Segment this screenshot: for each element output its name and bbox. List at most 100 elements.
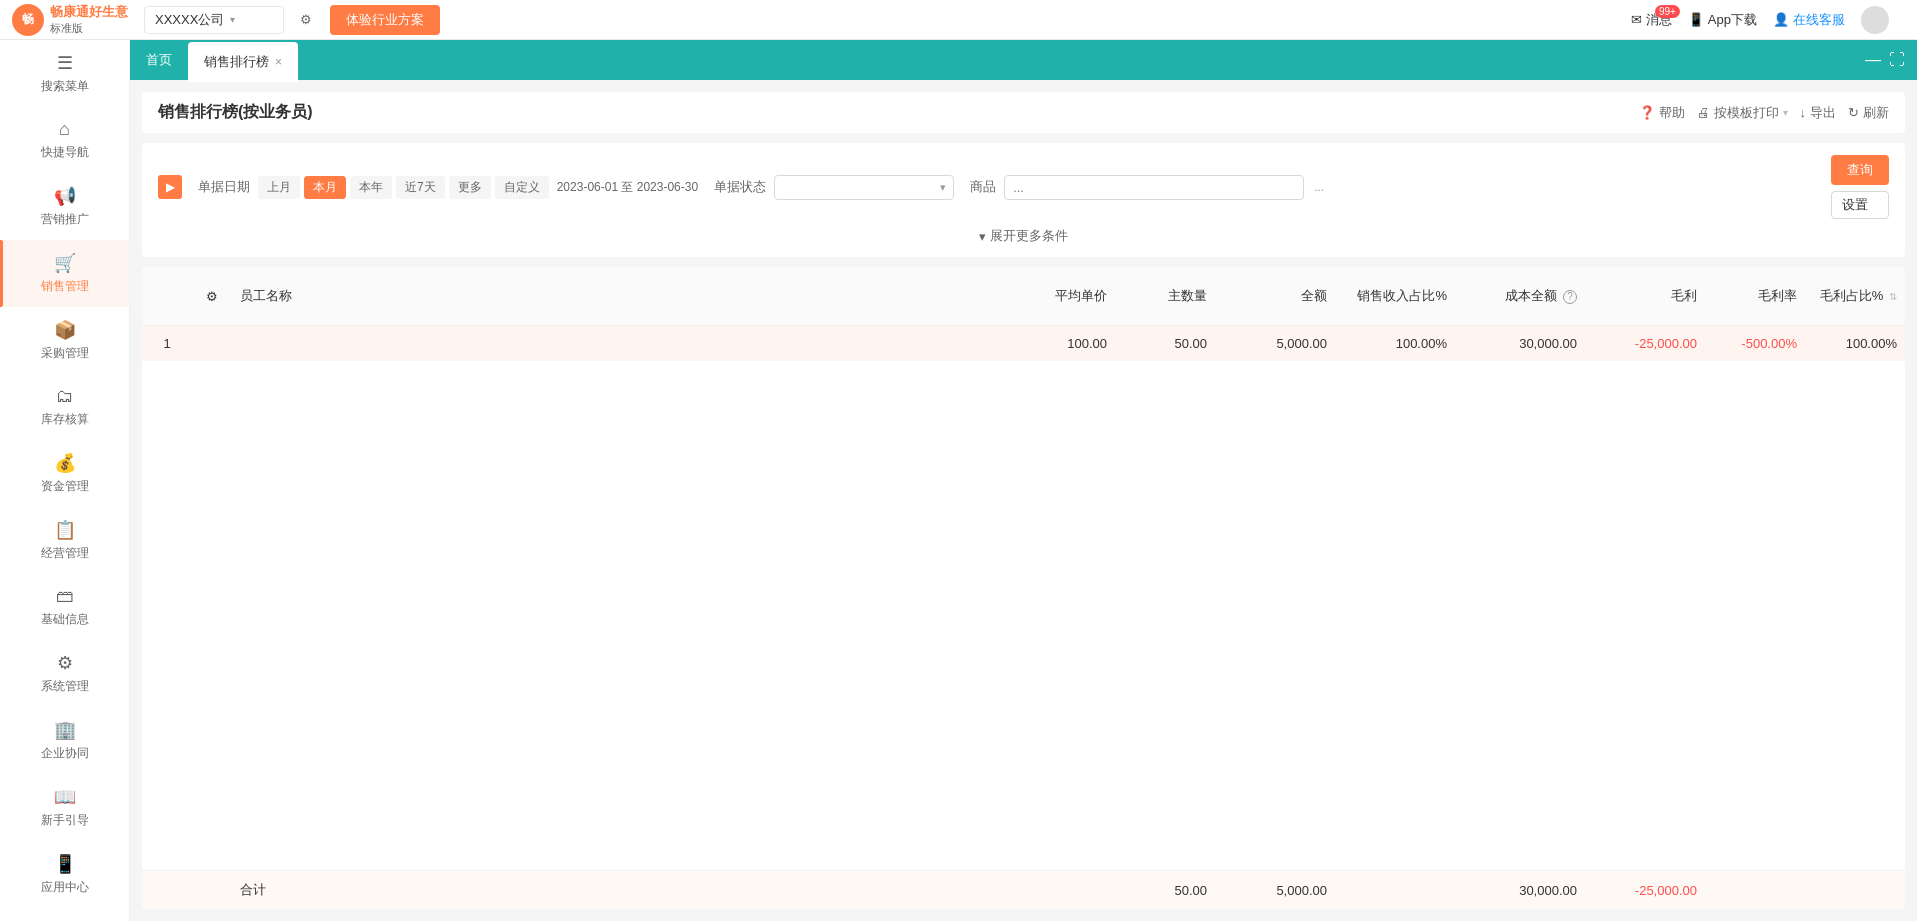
cell-cost: 30,000.00 [1455, 326, 1585, 361]
tab-close-icon[interactable]: × [275, 55, 282, 69]
online-service-button[interactable]: 👤 在线客服 [1773, 11, 1845, 29]
date-label: 单据日期 [198, 178, 250, 196]
goods-more-icon: ... [1314, 180, 1324, 194]
col-header-amount: 全额 [1215, 277, 1335, 315]
logo-icon: 畅 [12, 4, 44, 36]
table-header: ⚙ 员工名称 平均单价 主数量 全额 [142, 267, 1905, 326]
enterprise-icon: 🏢 [54, 719, 76, 741]
col-header-profit: 毛利 [1585, 277, 1705, 315]
logo-line2: 标准版 [50, 21, 128, 35]
sidebar-item-purchase[interactable]: 📦 采购管理 [0, 307, 129, 374]
date-custom-button[interactable]: 自定义 [495, 176, 549, 199]
system-icon: ⚙ [57, 652, 73, 674]
finance-icon: 💰 [54, 452, 76, 474]
help-label: 帮助 [1659, 104, 1685, 122]
footer-avg-price [1015, 880, 1115, 900]
cell-profit: -25,000.00 [1585, 326, 1705, 361]
goods-input[interactable] [1004, 175, 1304, 200]
message-badge: 99+ [1655, 5, 1680, 18]
cell-profit-pct: 100.00% [1805, 326, 1905, 361]
tab-bar-right: — ⛶ [1865, 51, 1917, 69]
sidebar-item-search-orders[interactable]: ☰ 搜索菜单 [0, 40, 129, 107]
sidebar-item-basic-info[interactable]: 🗃 基础信息 [0, 574, 129, 640]
col-header-qty: 主数量 [1115, 277, 1215, 315]
logo: 畅 畅康通好生意 标准版 [12, 4, 128, 36]
sidebar-item-enterprise[interactable]: 🏢 企业协同 [0, 707, 129, 774]
tab-minimize-button[interactable]: — [1865, 51, 1881, 69]
topbar-settings-icon[interactable]: ⚙ [292, 6, 320, 34]
sort-icon: ⇅ [1889, 291, 1897, 302]
sidebar-item-wechat[interactable]: 💬 企业微信 [0, 908, 129, 921]
col-header-settings[interactable]: ⚙ [192, 279, 232, 314]
date-more-button[interactable]: 更多 [449, 176, 491, 199]
goods-filter: 商品 ... [970, 175, 1324, 200]
sidebar-item-quick-nav[interactable]: ⌂ 快捷导航 [0, 107, 129, 173]
refresh-label: 刷新 [1863, 104, 1889, 122]
sales-icon: 🛒 [54, 252, 76, 274]
sidebar-item-sales[interactable]: 🛒 销售管理 [0, 240, 129, 307]
print-chevron-icon: ▾ [1783, 107, 1788, 118]
main-layout: ☰ 搜索菜单 ⌂ 快捷导航 📢 营销推广 🛒 销售管理 📦 采购管理 🗂 库存核… [0, 40, 1917, 921]
sidebar-item-finance[interactable]: 💰 资金管理 [0, 440, 129, 507]
col-header-profit-pct: 毛利占比% ⇅ [1805, 277, 1905, 315]
refresh-icon: ↻ [1848, 105, 1859, 120]
tab-maximize-button[interactable]: ⛶ [1889, 51, 1905, 69]
date-7days-button[interactable]: 近7天 [396, 176, 445, 199]
page-actions: ❓ 帮助 🖨 按模板打印 ▾ ↓ 导出 ↻ 刷新 [1639, 104, 1890, 122]
cell-amount: 5,000.00 [1215, 326, 1335, 361]
trial-button[interactable]: 体验行业方案 [330, 5, 440, 35]
app-center-icon: 📱 [54, 853, 76, 875]
filter-expand-arrow[interactable]: ▶ [158, 175, 182, 199]
purchase-icon: 📦 [54, 319, 76, 341]
query-button[interactable]: 查询 [1831, 155, 1889, 185]
tab-sales-ranking[interactable]: 销售排行榜 × [188, 42, 298, 82]
help-button[interactable]: ❓ 帮助 [1639, 104, 1685, 122]
home-icon: ⌂ [59, 119, 70, 140]
app-download-button[interactable]: 📱 App下载 [1688, 11, 1757, 29]
sidebar-item-guide[interactable]: 📖 新手引导 [0, 774, 129, 841]
cell-qty: 50.00 [1115, 326, 1215, 361]
page-header: 销售排行榜(按业务员) ❓ 帮助 🖨 按模板打印 ▾ ↓ 导出 [142, 92, 1905, 133]
filter-row: ▶ 单据日期 上月 本月 本年 近7天 更多 自定义 2023-06-01 至 … [158, 155, 1889, 219]
content-area: 首页 销售排行榜 × — ⛶ 销售排行榜(按业务员) ❓ 帮助 [130, 40, 1917, 921]
date-prev-month-button[interactable]: 上月 [258, 176, 300, 199]
avatar[interactable] [1861, 6, 1889, 34]
expand-row: ▾ 展开更多条件 [158, 227, 1889, 245]
tab-home[interactable]: 首页 [130, 40, 188, 80]
footer-settings [192, 880, 232, 900]
sidebar: ☰ 搜索菜单 ⌂ 快捷导航 📢 营销推广 🛒 销售管理 📦 采购管理 🗂 库存核… [0, 40, 130, 921]
status-select[interactable] [774, 175, 954, 200]
sidebar-item-inventory[interactable]: 🗂 库存核算 [0, 374, 129, 440]
col-header-profit-rate: 毛利率 [1705, 277, 1805, 315]
date-range-display: 2023-06-01 至 2023-06-30 [557, 179, 698, 196]
print-icon: 🖨 [1697, 105, 1710, 120]
help-icon: ❓ [1639, 105, 1655, 120]
logo-line1: 畅康通好生意 [50, 4, 128, 21]
table-container: ⚙ 员工名称 平均单价 主数量 全额 [142, 267, 1905, 909]
export-button[interactable]: ↓ 导出 [1800, 104, 1837, 122]
message-button[interactable]: ✉ 消息 99+ [1631, 11, 1672, 29]
chevron-down-icon: ▾ [230, 14, 235, 25]
expand-conditions-button[interactable]: ▾ 展开更多条件 [979, 227, 1068, 245]
date-buttons: 上月 本月 本年 近7天 更多 自定义 [258, 176, 549, 199]
refresh-button[interactable]: ↻ 刷新 [1848, 104, 1889, 122]
cell-settings [192, 334, 232, 354]
settings-button[interactable]: 设置 [1831, 191, 1889, 219]
inventory-icon: 🗂 [56, 386, 74, 407]
date-this-year-button[interactable]: 本年 [350, 176, 392, 199]
footer-sales-pct [1335, 880, 1455, 900]
sidebar-item-system[interactable]: ⚙ 系统管理 [0, 640, 129, 707]
company-name: XXXXX公司 [155, 11, 224, 29]
date-current-month-button[interactable]: 本月 [304, 176, 346, 199]
cost-help-icon[interactable]: ? [1563, 290, 1577, 304]
print-label: 按模板打印 [1714, 104, 1779, 122]
company-selector[interactable]: XXXXX公司 ▾ [144, 6, 284, 34]
footer-profit-pct [1805, 880, 1905, 900]
print-button[interactable]: 🖨 按模板打印 ▾ [1697, 104, 1788, 122]
sidebar-item-marketing[interactable]: 📢 营销推广 [0, 173, 129, 240]
sidebar-item-operations[interactable]: 📋 经营管理 [0, 507, 129, 574]
footer-qty: 50.00 [1115, 873, 1215, 908]
message-icon: ✉ [1631, 12, 1642, 27]
topbar-right: ✉ 消息 99+ 📱 App下载 👤 在线客服 [1631, 6, 1905, 34]
sidebar-item-app-center[interactable]: 📱 应用中心 [0, 841, 129, 908]
